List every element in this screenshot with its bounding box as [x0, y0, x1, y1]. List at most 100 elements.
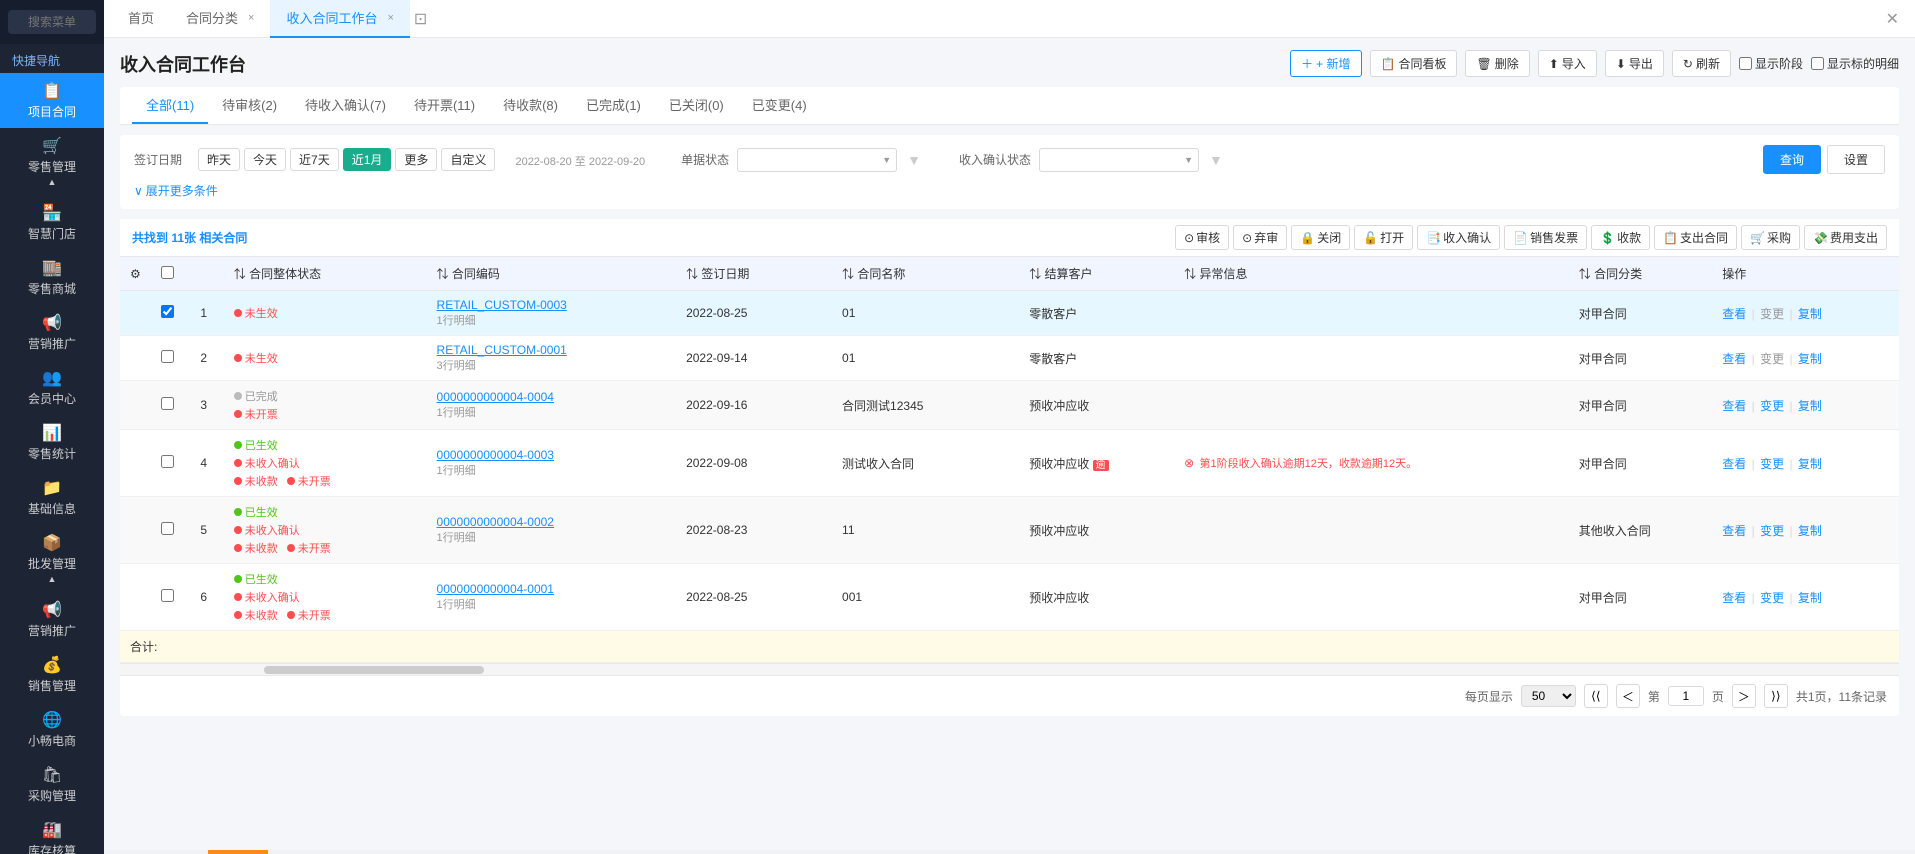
row2-code-link[interactable]: RETAIL_CUSTOM-0001 — [437, 343, 667, 357]
status-tab-pending-review[interactable]: 待审核(2) — [208, 87, 291, 124]
new-button[interactable]: ＋ + 新增 — [1290, 50, 1361, 77]
show-stage-checkbox-label[interactable]: 显示阶段 — [1739, 55, 1803, 72]
row3-copy-link[interactable]: 复制 — [1798, 399, 1822, 413]
show-stage-checkbox[interactable] — [1739, 57, 1752, 70]
expense-output-btn[interactable]: 💸 费用支出 — [1804, 225, 1887, 250]
sidebar-item-batch-mgmt[interactable]: 📦 批发管理 ▲ — [0, 525, 104, 592]
row1-code-link[interactable]: RETAIL_CUSTOM-0003 — [437, 298, 667, 312]
sidebar-item-purchase[interactable]: 🛍 采购管理 — [0, 757, 104, 812]
row4-change-link[interactable]: 变更 — [1760, 457, 1784, 471]
sidebar-item-xiaowei[interactable]: 🌐 小畅电商 — [0, 702, 104, 757]
row3-change-link[interactable]: 变更 — [1760, 399, 1784, 413]
set-button[interactable]: 设置 — [1827, 145, 1885, 174]
sidebar-item-retail-stats[interactable]: 📊 零售统计 — [0, 415, 104, 470]
sidebar-item-retail-mall[interactable]: 🏬 零售商城 — [0, 250, 104, 305]
status-tab-closed[interactable]: 已关闭(0) — [655, 87, 738, 124]
status-tab-pending-invoice[interactable]: 待开票(11) — [400, 87, 489, 124]
row5-change-link[interactable]: 变更 — [1760, 524, 1784, 538]
payment-btn[interactable]: 💲 收款 — [1591, 225, 1650, 250]
income-confirm-btn[interactable]: 📑 收入确认 — [1417, 225, 1500, 250]
status-tab-all[interactable]: 全部(11) — [132, 87, 208, 124]
review-btn[interactable]: ⊙ 审核 — [1175, 225, 1229, 250]
sidebar-item-retail-mgmt[interactable]: 🛒 零售管理 ▲ — [0, 128, 104, 195]
row4-copy-link[interactable]: 复制 — [1798, 457, 1822, 471]
row2-view-link[interactable]: 查看 — [1722, 352, 1746, 366]
purchase-btn[interactable]: 🛒 采购 — [1741, 225, 1800, 250]
page-number-input[interactable] — [1668, 686, 1704, 706]
tab-restore-button[interactable]: ⊡ — [410, 9, 431, 29]
row5-code-link[interactable]: 0000000000004-0002 — [437, 515, 667, 529]
sidebar-item-marketing2[interactable]: 📢 营销推广 — [0, 592, 104, 647]
tab-home[interactable]: 首页 — [112, 0, 170, 38]
next-page-btn[interactable]: ＞ — [1732, 684, 1756, 708]
select-all-checkbox[interactable] — [161, 266, 174, 279]
import-button[interactable]: ⬆ 导入 — [1538, 50, 1597, 77]
row6-copy-link[interactable]: 复制 — [1798, 591, 1822, 605]
show-label-checkbox[interactable] — [1811, 57, 1824, 70]
doc-status-select[interactable] — [737, 148, 897, 172]
page-size-select[interactable]: 10 20 50 100 — [1521, 685, 1576, 707]
sidebar-item-project[interactable]: 📋 项目合同 — [0, 73, 104, 128]
row4-checkbox[interactable] — [161, 455, 174, 468]
scroll-thumb[interactable] — [264, 666, 484, 674]
date-today-btn[interactable]: 今天 — [244, 148, 286, 171]
row6-code-link[interactable]: 0000000000004-0001 — [437, 582, 667, 596]
abandon-btn[interactable]: ⊙ 弃审 — [1233, 225, 1287, 250]
sidebar-item-smart-store[interactable]: 🏪 智慧门店 — [0, 195, 104, 250]
date-last7-btn[interactable]: 近7天 — [290, 148, 339, 171]
tab-income-workbench-close[interactable]: × — [387, 12, 393, 24]
sidebar-item-basic-info[interactable]: 📁 基础信息 — [0, 470, 104, 525]
horizontal-scrollbar[interactable] — [120, 663, 1899, 675]
prev-page-btn[interactable]: ＜ — [1616, 684, 1640, 708]
row6-view-link[interactable]: 查看 — [1722, 591, 1746, 605]
refresh-button[interactable]: ↻ 刷新 — [1672, 50, 1731, 77]
row3-view-link[interactable]: 查看 — [1722, 399, 1746, 413]
tab-income-workbench[interactable]: 收入合同工作台 × — [270, 0, 409, 38]
tab-contract-category[interactable]: 合同分类 × — [170, 0, 270, 38]
open-btn[interactable]: 🔓 打开 — [1354, 225, 1413, 250]
row6-checkbox[interactable] — [161, 589, 174, 602]
row1-checkbox[interactable] — [161, 305, 174, 318]
sidebar-item-sales-mgmt[interactable]: 💰 销售管理 — [0, 647, 104, 702]
show-label-checkbox-label[interactable]: 显示标的明细 — [1811, 55, 1899, 72]
row5-view-link[interactable]: 查看 — [1722, 524, 1746, 538]
status-tab-completed[interactable]: 已完成(1) — [572, 87, 655, 124]
date-yesterday-btn[interactable]: 昨天 — [198, 148, 240, 171]
row3-code-link[interactable]: 0000000000004-0004 — [437, 390, 667, 404]
row4-view-link[interactable]: 查看 — [1722, 457, 1746, 471]
export-button[interactable]: ⬇ 导出 — [1605, 50, 1664, 77]
last-page-btn[interactable]: ⟩⟩ — [1764, 684, 1788, 708]
row3-checkbox[interactable] — [161, 397, 174, 410]
income-confirm-select[interactable] — [1039, 148, 1199, 172]
row5-copy-link[interactable]: 复制 — [1798, 524, 1822, 538]
date-more-btn[interactable]: 更多 — [395, 148, 437, 171]
contract-board-button[interactable]: 📋 合同看板 — [1370, 50, 1458, 77]
sidebar-item-member[interactable]: 👥 会员中心 — [0, 360, 104, 415]
row1-view-link[interactable]: 查看 — [1722, 307, 1746, 321]
tab-bar-close-button[interactable]: ✕ — [1878, 9, 1907, 29]
row2-copy-link[interactable]: 复制 — [1798, 352, 1822, 366]
row4-code-link[interactable]: 0000000000004-0003 — [437, 448, 667, 462]
row2-change-link[interactable]: 变更 — [1760, 352, 1784, 366]
sales-invoice-btn[interactable]: 📄 销售发票 — [1504, 225, 1587, 250]
output-contract-btn[interactable]: 📋 支出合同 — [1654, 225, 1737, 250]
row5-checkbox[interactable] — [161, 522, 174, 535]
date-last1month-btn[interactable]: 近1月 — [343, 148, 392, 171]
search-menu-input[interactable] — [8, 10, 96, 34]
th-settings[interactable]: ⚙ — [120, 257, 151, 291]
delete-button[interactable]: 🗑 删除 — [1465, 50, 1529, 77]
th-checkbox[interactable] — [151, 257, 184, 291]
close-btn[interactable]: 🔒 关闭 — [1291, 225, 1350, 250]
status-tab-pending-payment[interactable]: 待收款(8) — [489, 87, 572, 124]
sidebar-item-inventory[interactable]: 🏭 库存核算 — [0, 812, 104, 854]
row6-change-link[interactable]: 变更 — [1760, 591, 1784, 605]
expand-more-conditions-btn[interactable]: ∨ 展开更多条件 — [134, 182, 218, 199]
row1-change-link[interactable]: 变更 — [1760, 307, 1784, 321]
status-tab-changed[interactable]: 已变更(4) — [738, 87, 821, 124]
row2-checkbox[interactable] — [161, 350, 174, 363]
sidebar-item-marketing[interactable]: 📢 营销推广 — [0, 305, 104, 360]
status-tab-pending-confirm[interactable]: 待收入确认(7) — [291, 87, 400, 124]
row1-copy-link[interactable]: 复制 — [1798, 307, 1822, 321]
date-custom-btn[interactable]: 自定义 — [441, 148, 495, 171]
tab-contract-category-close[interactable]: × — [248, 12, 254, 24]
